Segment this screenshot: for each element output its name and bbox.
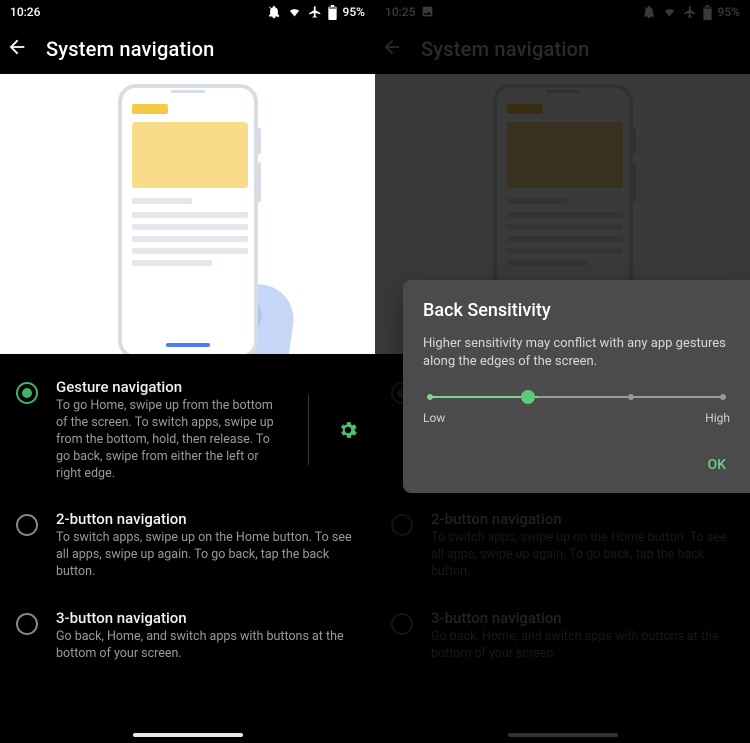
option-desc: Go back, Home, and switch apps with butt… [56,629,363,663]
illustration [0,74,375,354]
airplane-icon [308,5,322,19]
slider-thumb[interactable] [521,390,535,404]
option-desc: To switch apps, swipe up on the Home but… [56,530,363,581]
dialog-description: Higher sensitivity may conflict with any… [423,335,730,371]
back-icon[interactable] [6,36,28,62]
screen-system-navigation: 10:26 95% System navigation [0,0,375,743]
option-gesture-navigation[interactable]: Gesture navigation To go Home, swipe up … [0,364,375,496]
option-desc: To go Home, swipe up from the bottom of … [56,398,284,482]
gesture-nav-bar[interactable] [133,733,243,737]
slider-high-label: High [705,411,730,425]
option-title: 2-button navigation [56,510,363,528]
status-bar: 10:26 95% [0,0,375,24]
radio-3-button[interactable] [16,613,38,635]
option-2-button-navigation[interactable]: 2-button navigation To switch apps, swip… [0,496,375,595]
page-title: System navigation [46,37,215,61]
status-time: 10:26 [10,5,40,19]
battery-percent: 95% [343,5,365,19]
dialog-title: Back Sensitivity [423,300,730,321]
slider-low-label: Low [423,411,445,425]
radio-2-button[interactable] [16,514,38,536]
ok-button[interactable]: OK [704,451,731,479]
option-title: 3-button navigation [56,609,363,627]
back-sensitivity-dialog: Back Sensitivity Higher sensitivity may … [403,280,750,493]
app-bar: System navigation [0,24,375,74]
battery-icon [328,5,337,20]
divider [308,395,309,465]
screen-back-sensitivity-dialog: 10:25 95% System navigation [375,0,750,743]
wifi-icon [287,6,302,18]
sensitivity-slider[interactable] [425,389,728,405]
gesture-settings-button[interactable] [333,415,363,445]
navigation-options-list: Gesture navigation To go Home, swipe up … [0,354,375,677]
option-title: Gesture navigation [56,378,284,396]
radio-gesture[interactable] [16,382,38,404]
option-3-button-navigation[interactable]: 3-button navigation Go back, Home, and s… [0,595,375,677]
dnd-off-icon [267,5,281,19]
